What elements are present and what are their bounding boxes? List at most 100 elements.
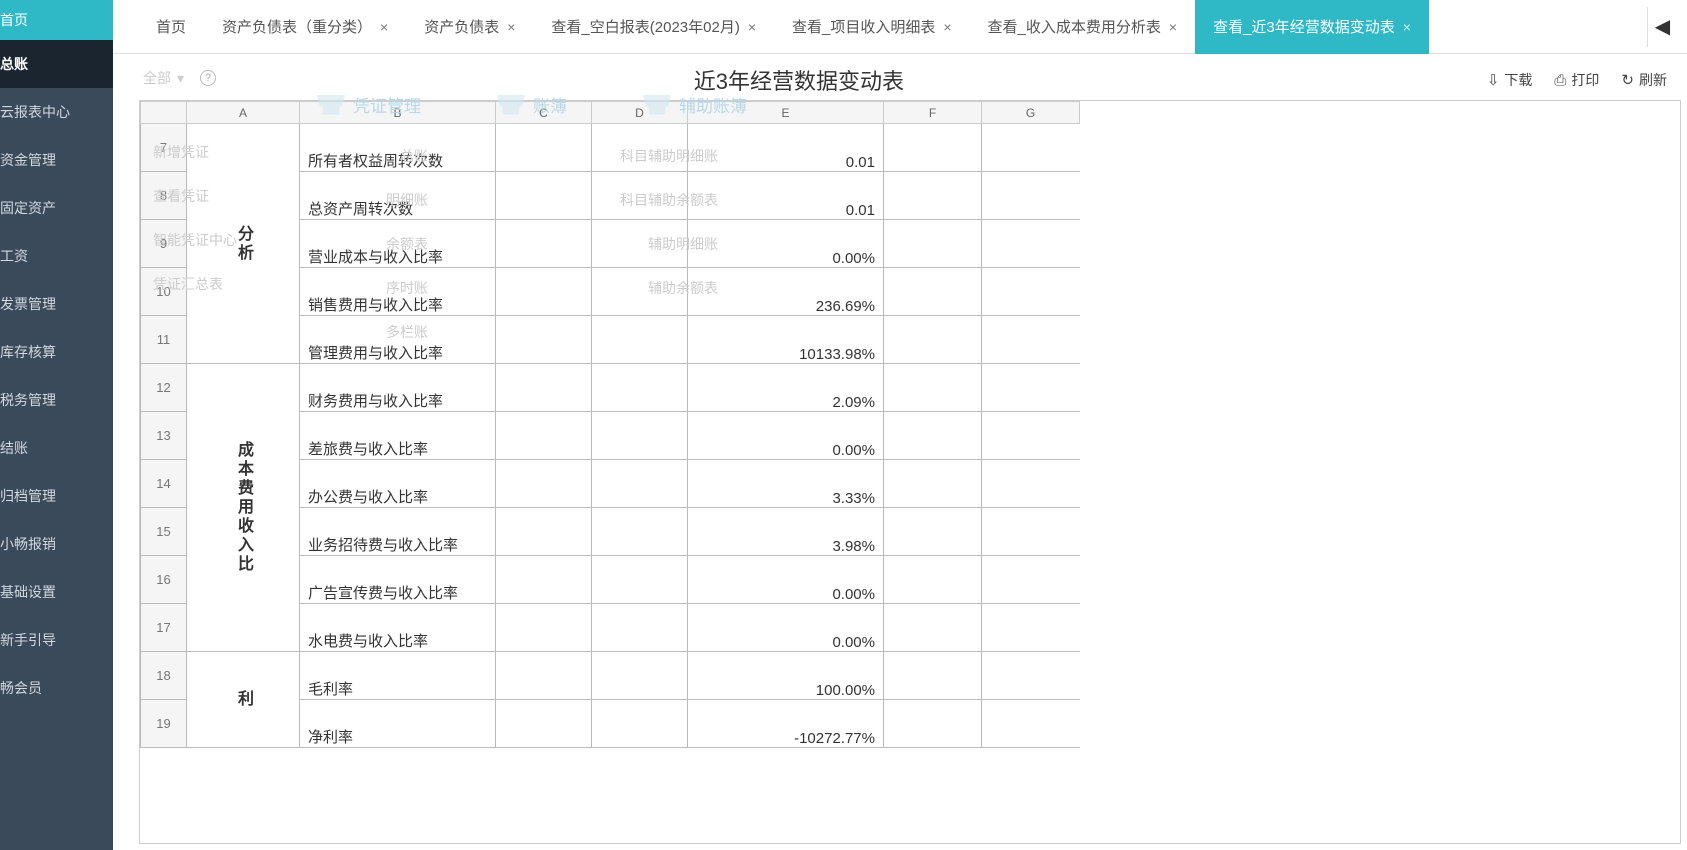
sidebar-item-9[interactable]: 结账 <box>0 424 113 472</box>
row-header[interactable]: 13 <box>141 412 187 460</box>
cell-E[interactable]: 3.33% <box>688 460 884 508</box>
cell-G[interactable] <box>982 556 1080 604</box>
cell-B[interactable]: 办公费与收入比率 <box>300 460 496 508</box>
cell-E[interactable]: 0.00% <box>688 220 884 268</box>
row-header[interactable]: 18 <box>141 652 187 700</box>
cell-C[interactable] <box>496 412 592 460</box>
cell-D[interactable] <box>592 172 688 220</box>
cell-G[interactable] <box>982 604 1080 652</box>
cell-F[interactable] <box>884 364 982 412</box>
cell-C[interactable] <box>496 460 592 508</box>
sidebar-item-13[interactable]: 新手引导 <box>0 616 113 664</box>
cell-C[interactable] <box>496 124 592 172</box>
cell-C[interactable] <box>496 508 592 556</box>
col-header-D[interactable]: D <box>592 102 688 124</box>
sidebar-item-7[interactable]: 库存核算 <box>0 328 113 376</box>
tabs-scroll-left[interactable]: ◀ <box>1647 7 1677 47</box>
cell-F[interactable] <box>884 508 982 556</box>
group-cell-A[interactable]: 利 <box>187 652 300 748</box>
cell-E[interactable]: 236.69% <box>688 268 884 316</box>
cell-D[interactable] <box>592 604 688 652</box>
cell-F[interactable] <box>884 700 982 748</box>
close-icon[interactable]: × <box>380 19 388 35</box>
refresh-button[interactable]: ↻刷新 <box>1621 70 1667 90</box>
sidebar-item-0[interactable]: 首页 <box>0 0 113 40</box>
row-header[interactable]: 19 <box>141 700 187 748</box>
sidebar-item-11[interactable]: 小畅报销 <box>0 520 113 568</box>
cell-E[interactable]: 0.01 <box>688 124 884 172</box>
cell-B[interactable]: 广告宣传费与收入比率 <box>300 556 496 604</box>
row-header[interactable]: 10 <box>141 268 187 316</box>
group-cell-A[interactable]: 分析 <box>187 124 300 364</box>
cell-G[interactable] <box>982 124 1080 172</box>
sidebar-item-3[interactable]: 资金管理 <box>0 136 113 184</box>
row-header[interactable]: 9 <box>141 220 187 268</box>
corner-cell[interactable] <box>141 102 187 124</box>
cell-F[interactable] <box>884 652 982 700</box>
cell-D[interactable] <box>592 556 688 604</box>
cell-G[interactable] <box>982 268 1080 316</box>
cell-F[interactable] <box>884 604 982 652</box>
tab-2[interactable]: 资产负债表× <box>406 0 533 54</box>
cell-B[interactable]: 净利率 <box>300 700 496 748</box>
col-header-A[interactable]: A <box>187 102 300 124</box>
row-header[interactable]: 7 <box>141 124 187 172</box>
sidebar-item-8[interactable]: 税务管理 <box>0 376 113 424</box>
cell-B[interactable]: 差旅费与收入比率 <box>300 412 496 460</box>
close-icon[interactable]: × <box>943 19 951 35</box>
cell-C[interactable] <box>496 604 592 652</box>
cell-F[interactable] <box>884 460 982 508</box>
cell-B[interactable]: 总资产周转次数 <box>300 172 496 220</box>
cell-F[interactable] <box>884 316 982 364</box>
sidebar-item-12[interactable]: 基础设置 <box>0 568 113 616</box>
group-cell-A[interactable]: 成本费用收入比 <box>187 364 300 652</box>
sidebar-item-1[interactable]: 总账 <box>0 40 113 88</box>
cell-F[interactable] <box>884 220 982 268</box>
col-header-F[interactable]: F <box>884 102 982 124</box>
cell-G[interactable] <box>982 172 1080 220</box>
cell-B[interactable]: 营业成本与收入比率 <box>300 220 496 268</box>
cell-F[interactable] <box>884 412 982 460</box>
cell-G[interactable] <box>982 508 1080 556</box>
sheet-scroll[interactable]: ABCDEFG 7分析所有者权益周转次数0.018总资产周转次数0.019营业成… <box>139 100 1681 844</box>
cell-E[interactable]: 10133.98% <box>688 316 884 364</box>
row-header[interactable]: 8 <box>141 172 187 220</box>
row-header[interactable]: 15 <box>141 508 187 556</box>
tab-5[interactable]: 查看_收入成本费用分析表× <box>970 0 1196 54</box>
cell-B[interactable]: 管理费用与收入比率 <box>300 316 496 364</box>
cell-B[interactable]: 毛利率 <box>300 652 496 700</box>
cell-E[interactable]: 3.98% <box>688 508 884 556</box>
cell-C[interactable] <box>496 700 592 748</box>
cell-F[interactable] <box>884 556 982 604</box>
cell-F[interactable] <box>884 124 982 172</box>
cell-F[interactable] <box>884 172 982 220</box>
cell-E[interactable]: 100.00% <box>688 652 884 700</box>
cell-C[interactable] <box>496 268 592 316</box>
tab-4[interactable]: 查看_项目收入明细表× <box>774 0 970 54</box>
cell-C[interactable] <box>496 652 592 700</box>
cell-C[interactable] <box>496 556 592 604</box>
print-button[interactable]: ⎙打印 <box>1554 70 1599 90</box>
sidebar-item-4[interactable]: 固定资产 <box>0 184 113 232</box>
tab-3[interactable]: 查看_空白报表(2023年02月)× <box>533 0 774 54</box>
cell-C[interactable] <box>496 316 592 364</box>
sidebar-item-10[interactable]: 归档管理 <box>0 472 113 520</box>
cell-E[interactable]: 0.00% <box>688 412 884 460</box>
tab-0[interactable]: 首页 <box>138 0 204 54</box>
cell-D[interactable] <box>592 508 688 556</box>
row-header[interactable]: 12 <box>141 364 187 412</box>
sidebar-item-6[interactable]: 发票管理 <box>0 280 113 328</box>
cell-G[interactable] <box>982 364 1080 412</box>
close-icon[interactable]: × <box>1403 19 1411 35</box>
cell-G[interactable] <box>982 220 1080 268</box>
cell-F[interactable] <box>884 268 982 316</box>
cell-B[interactable]: 业务招待费与收入比率 <box>300 508 496 556</box>
close-icon[interactable]: × <box>748 19 756 35</box>
cell-D[interactable] <box>592 700 688 748</box>
cell-E[interactable]: -10272.77% <box>688 700 884 748</box>
cell-B[interactable]: 所有者权益周转次数 <box>300 124 496 172</box>
col-header-E[interactable]: E <box>688 102 884 124</box>
cell-G[interactable] <box>982 652 1080 700</box>
sidebar-item-14[interactable]: 畅会员 <box>0 664 113 712</box>
tab-6[interactable]: 查看_近3年经营数据变动表× <box>1195 0 1429 54</box>
